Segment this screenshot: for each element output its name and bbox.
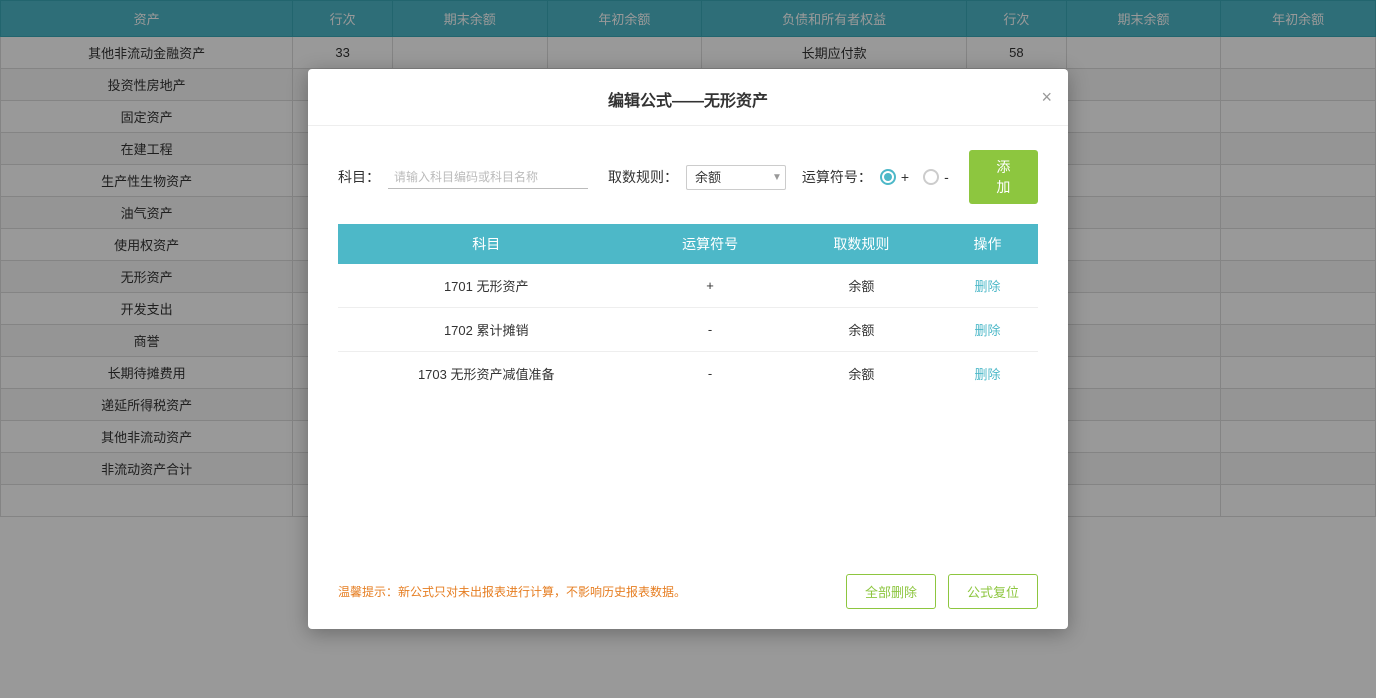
formula-col-取数规则: 取数规则 bbox=[786, 224, 937, 264]
modal-close-button[interactable]: × bbox=[1041, 88, 1052, 106]
operator-radio-group: + - bbox=[880, 169, 949, 185]
rule-label: 取数规则： bbox=[608, 167, 678, 187]
formula-operator-1: - bbox=[634, 308, 785, 352]
modal-footer: 温馨提示：新公式只对未出报表进行计算，不影响历史报表数据。 全部删除 公式复位 bbox=[308, 560, 1068, 629]
rule-group: 取数规则： 余额 借方余额 贷方余额 本期发生额 ▼ bbox=[608, 165, 782, 190]
formula-operator-2: - bbox=[634, 352, 785, 396]
subject-group: 科目： bbox=[338, 165, 588, 189]
formula-table-header: 科目运算符号取数规则操作 bbox=[338, 224, 1038, 264]
formula-rule-2: 余额 bbox=[786, 352, 937, 396]
operator-minus-radio[interactable]: - bbox=[923, 169, 949, 185]
formula-table-body: 1701 无形资产+余额删除1702 累计摊销-余额删除1703 无形资产减值准… bbox=[338, 264, 1038, 395]
subject-label: 科目： bbox=[338, 167, 380, 187]
operator-group: 运算符号： + - bbox=[802, 167, 949, 187]
operator-plus-radio[interactable]: + bbox=[880, 169, 909, 185]
operator-plus-circle bbox=[880, 169, 896, 185]
formula-col-科目: 科目 bbox=[338, 224, 634, 264]
edit-formula-modal: 编辑公式——无形资产 × 科目： 取数规则： 余额 借方余额 贷方余额 bbox=[308, 69, 1068, 629]
formula-subject-0: 1701 无形资产 bbox=[338, 264, 634, 308]
operator-label: 运算符号： bbox=[802, 167, 872, 187]
rule-select[interactable]: 余额 借方余额 贷方余额 本期发生额 bbox=[686, 165, 786, 190]
add-button[interactable]: 添加 bbox=[969, 150, 1038, 204]
delete-row-1-button[interactable]: 删除 bbox=[975, 323, 1001, 338]
footer-buttons: 全部删除 公式复位 bbox=[846, 574, 1038, 609]
formula-row-0: 1701 无形资产+余额 删除 bbox=[338, 264, 1038, 308]
formula-row-1: 1702 累计摊销-余额 删除 bbox=[338, 308, 1038, 352]
rule-select-wrapper: 余额 借方余额 贷方余额 本期发生额 ▼ bbox=[686, 165, 782, 190]
modal-title: 编辑公式——无形资产 bbox=[608, 93, 768, 110]
formula-operator-0: + bbox=[634, 264, 785, 308]
formula-col-操作: 操作 bbox=[937, 224, 1038, 264]
operator-minus-circle bbox=[923, 169, 939, 185]
modal-overlay: 编辑公式——无形资产 × 科目： 取数规则： 余额 借方余额 贷方余额 bbox=[0, 0, 1376, 698]
modal-header: 编辑公式——无形资产 × bbox=[308, 69, 1068, 126]
delete-row-0-button[interactable]: 删除 bbox=[975, 279, 1001, 294]
reset-formula-button[interactable]: 公式复位 bbox=[948, 574, 1038, 609]
subject-input[interactable] bbox=[388, 165, 588, 189]
formula-subject-2: 1703 无形资产减值准备 bbox=[338, 352, 634, 396]
formula-action-1: 删除 bbox=[937, 308, 1038, 352]
delete-row-2-button[interactable]: 删除 bbox=[975, 367, 1001, 382]
formula-rule-0: 余额 bbox=[786, 264, 937, 308]
formula-action-0: 删除 bbox=[937, 264, 1038, 308]
formula-table: 科目运算符号取数规则操作 1701 无形资产+余额删除1702 累计摊销-余额删… bbox=[338, 224, 1038, 395]
formula-row-2: 1703 无形资产减值准备-余额 删除 bbox=[338, 352, 1038, 396]
modal-body: 科目： 取数规则： 余额 借方余额 贷方余额 本期发生额 ▼ bbox=[308, 126, 1068, 560]
formula-col-运算符号: 运算符号 bbox=[634, 224, 785, 264]
delete-all-button[interactable]: 全部删除 bbox=[846, 574, 936, 609]
formula-rule-1: 余额 bbox=[786, 308, 937, 352]
formula-action-2: 删除 bbox=[937, 352, 1038, 396]
form-row: 科目： 取数规则： 余额 借方余额 贷方余额 本期发生额 ▼ bbox=[338, 150, 1038, 204]
footer-tip: 温馨提示：新公式只对未出报表进行计算，不影响历史报表数据。 bbox=[338, 583, 686, 600]
operator-minus-label: - bbox=[944, 169, 949, 185]
formula-subject-1: 1702 累计摊销 bbox=[338, 308, 634, 352]
operator-plus-label: + bbox=[901, 169, 909, 185]
